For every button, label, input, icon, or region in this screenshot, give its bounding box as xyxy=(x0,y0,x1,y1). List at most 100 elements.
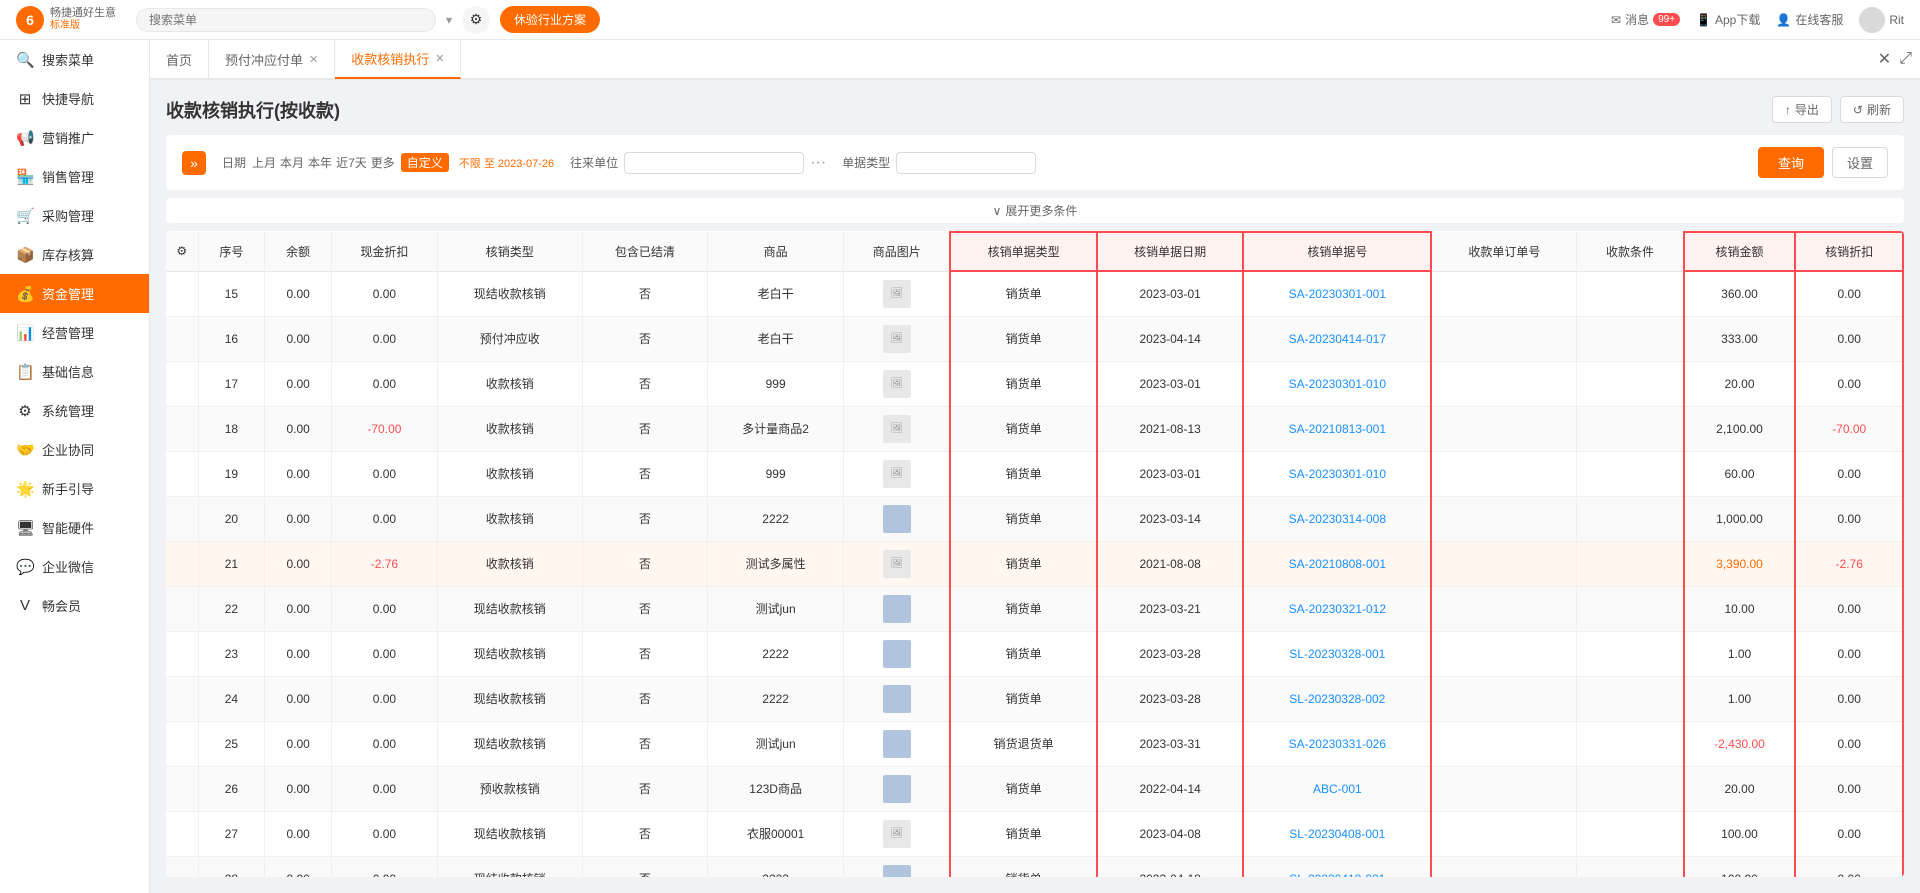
td-voucher-no-9[interactable]: SL-20230328-002 xyxy=(1243,676,1431,721)
sidebar-item-search[interactable]: 🔍 搜索菜单 xyxy=(0,40,149,79)
td-writeoff-discount-13: 0.00 xyxy=(1795,856,1903,877)
td-voucher-no-13[interactable]: SL-20230418-001 xyxy=(1243,856,1431,877)
sidebar-item-sales[interactable]: 🏪 销售管理 xyxy=(0,157,149,196)
sidebar-item-system[interactable]: ⚙ 系统管理 xyxy=(0,391,149,430)
last-month-link[interactable]: 上月 xyxy=(252,154,276,171)
td-order-no-9 xyxy=(1431,676,1577,721)
sidebar-item-guide[interactable]: 🌟 新手引导 xyxy=(0,469,149,508)
voucher-type-select[interactable]: 销货单 xyxy=(896,152,1036,174)
export-button[interactable]: ↑ 导出 xyxy=(1772,96,1832,123)
avatar xyxy=(1859,7,1885,33)
sidebar-item-member[interactable]: V 畅会员 xyxy=(0,586,149,625)
td-voucher-no-0[interactable]: SA-20230301-001 xyxy=(1243,271,1431,316)
td-goods-4: 999 xyxy=(708,451,844,496)
filter-settings-button[interactable]: 设置 xyxy=(1832,147,1888,178)
td-voucher-no-5[interactable]: SA-20230314-008 xyxy=(1243,496,1431,541)
search-input[interactable] xyxy=(136,8,436,32)
tab-close-advance[interactable]: ✕ xyxy=(309,53,318,66)
tab-collection[interactable]: 收款核销执行✕ xyxy=(335,40,461,79)
td-voucher-type-13: 销货单 xyxy=(950,856,1097,877)
sidebar-item-quick-nav[interactable]: ⊞ 快捷导航 xyxy=(0,79,149,118)
gear-icon[interactable]: ⚙ xyxy=(462,6,490,34)
product-image xyxy=(883,775,911,803)
sidebar-item-finance[interactable]: 💰 资金管理 xyxy=(0,274,149,313)
sidebar-item-marketing[interactable]: 📢 营销推广 xyxy=(0,118,149,157)
td-goods-8: 2222 xyxy=(708,631,844,676)
td-gear-11 xyxy=(166,766,198,811)
td-voucher-no-4[interactable]: SA-20230301-010 xyxy=(1243,451,1431,496)
td-voucher-no-1[interactable]: SA-20230414-017 xyxy=(1243,316,1431,361)
sidebar-item-cooperation[interactable]: 🤝 企业协同 xyxy=(0,430,149,469)
more-date-link[interactable]: 更多 xyxy=(371,154,395,171)
td-writeoff-discount-0: 0.00 xyxy=(1795,271,1903,316)
sidebar-icon-marketing: 📢 xyxy=(16,129,34,147)
filter-right-actions: 查询 设置 xyxy=(1758,147,1888,178)
sidebar-item-basic[interactable]: 📋 基础信息 xyxy=(0,352,149,391)
tab-close-collection[interactable]: ✕ xyxy=(435,52,444,65)
partner-input[interactable] xyxy=(624,152,804,174)
chevron-down-icon[interactable]: ▾ xyxy=(446,13,452,27)
td-no-12: 27 xyxy=(198,811,265,856)
td-voucher-no-11[interactable]: ABC-001 xyxy=(1243,766,1431,811)
td-voucher-no-8[interactable]: SL-20230328-001 xyxy=(1243,631,1431,676)
filter-expand-button[interactable]: » xyxy=(182,151,206,175)
online-service-link[interactable]: 👤 在线客服 xyxy=(1776,11,1843,28)
table-row: 16 0.00 0.00 预付冲应收 否 老白干 🖼 销货单 2023-04-1… xyxy=(166,316,1903,361)
no-image: 🖼 xyxy=(883,820,911,848)
td-discount-12: 0.00 xyxy=(332,811,438,856)
td-voucher-no-12[interactable]: SL-20230408-001 xyxy=(1243,811,1431,856)
td-voucher-no-6[interactable]: SA-20210808-001 xyxy=(1243,541,1431,586)
message-icon[interactable]: ✉ 消息 99+ xyxy=(1611,11,1680,28)
tab-home[interactable]: 首页 xyxy=(150,40,209,79)
maximize-icon[interactable]: ⤢ xyxy=(1899,50,1912,68)
close-window-icon[interactable]: ✕ xyxy=(1878,49,1891,69)
custom-date-button[interactable]: 自定义 xyxy=(401,153,449,172)
expand-more-bar[interactable]: ∨ 展开更多条件 xyxy=(166,198,1904,223)
td-discount-4: 0.00 xyxy=(332,451,438,496)
td-no-13: 28 xyxy=(198,856,265,877)
industry-solution-button[interactable]: 休验行业方案 xyxy=(500,6,600,33)
sidebar-item-purchase[interactable]: 🛒 采购管理 xyxy=(0,196,149,235)
user-menu[interactable]: Rit xyxy=(1859,7,1904,33)
td-voucher-date-8: 2023-03-28 xyxy=(1097,631,1244,676)
td-writeoff-discount-1: 0.00 xyxy=(1795,316,1903,361)
td-order-no-3 xyxy=(1431,406,1577,451)
td-voucher-no-7[interactable]: SA-20230321-012 xyxy=(1243,586,1431,631)
this-month-link[interactable]: 本月 xyxy=(280,154,304,171)
sidebar-item-operation[interactable]: 📊 经营管理 xyxy=(0,313,149,352)
td-voucher-type-5: 销货单 xyxy=(950,496,1097,541)
td-voucher-date-7: 2023-03-21 xyxy=(1097,586,1244,631)
td-no-7: 22 xyxy=(198,586,265,631)
table-row: 15 0.00 0.00 现结收款核销 否 老白干 🖼 销货单 2023-03-… xyxy=(166,271,1903,316)
date-filter-group: 日期 上月 本月 本年 近7天 更多 自定义 不限 至 2023-07-26 xyxy=(222,153,554,172)
td-discount-1: 0.00 xyxy=(332,316,438,361)
sidebar-item-inventory[interactable]: 📦 库存核算 xyxy=(0,235,149,274)
th-goods: 商品 xyxy=(708,232,844,271)
tab-advance[interactable]: 预付冲应付单✕ xyxy=(209,40,335,79)
th-gear[interactable]: ⚙ xyxy=(166,232,198,271)
td-voucher-no-10[interactable]: SA-20230331-026 xyxy=(1243,721,1431,766)
last-7days-link[interactable]: 近7天 xyxy=(336,154,367,171)
this-year-link[interactable]: 本年 xyxy=(308,154,332,171)
voucher-type-label: 单据类型 xyxy=(842,154,890,171)
td-goods-img-9 xyxy=(844,676,951,721)
td-writeoff-discount-8: 0.00 xyxy=(1795,631,1903,676)
td-gear-4 xyxy=(166,451,198,496)
th-voucher-date: 核销单据日期 xyxy=(1097,232,1244,271)
table-row: 20 0.00 0.00 收款核销 否 2222 销货单 2023-03-14 … xyxy=(166,496,1903,541)
td-no-0: 15 xyxy=(198,271,265,316)
td-voucher-no-3[interactable]: SA-20210813-001 xyxy=(1243,406,1431,451)
td-amount-2: 20.00 xyxy=(1684,361,1796,406)
sidebar-item-wechat[interactable]: 💬 企业微信 xyxy=(0,547,149,586)
refresh-button[interactable]: ↺ 刷新 xyxy=(1840,96,1904,123)
td-order-no-7 xyxy=(1431,586,1577,631)
sidebar-item-hardware[interactable]: 🖥 智能硬件 xyxy=(0,508,149,547)
app-download-link[interactable]: 📱 App下载 xyxy=(1696,11,1760,28)
td-voucher-type-9: 销货单 xyxy=(950,676,1097,721)
td-voucher-no-2[interactable]: SA-20230301-010 xyxy=(1243,361,1431,406)
partner-more-icon[interactable]: ··· xyxy=(810,154,826,172)
td-goods-6: 测试多属性 xyxy=(708,541,844,586)
page-header: 收款核销执行(按收款) ↑ 导出 ↺ 刷新 xyxy=(166,96,1904,123)
query-button[interactable]: 查询 xyxy=(1758,147,1824,178)
table-container: ⚙ 序号 余额 现金折扣 核销类型 包含已结清 商品 商品图片 核销单据类型 核… xyxy=(166,231,1904,877)
